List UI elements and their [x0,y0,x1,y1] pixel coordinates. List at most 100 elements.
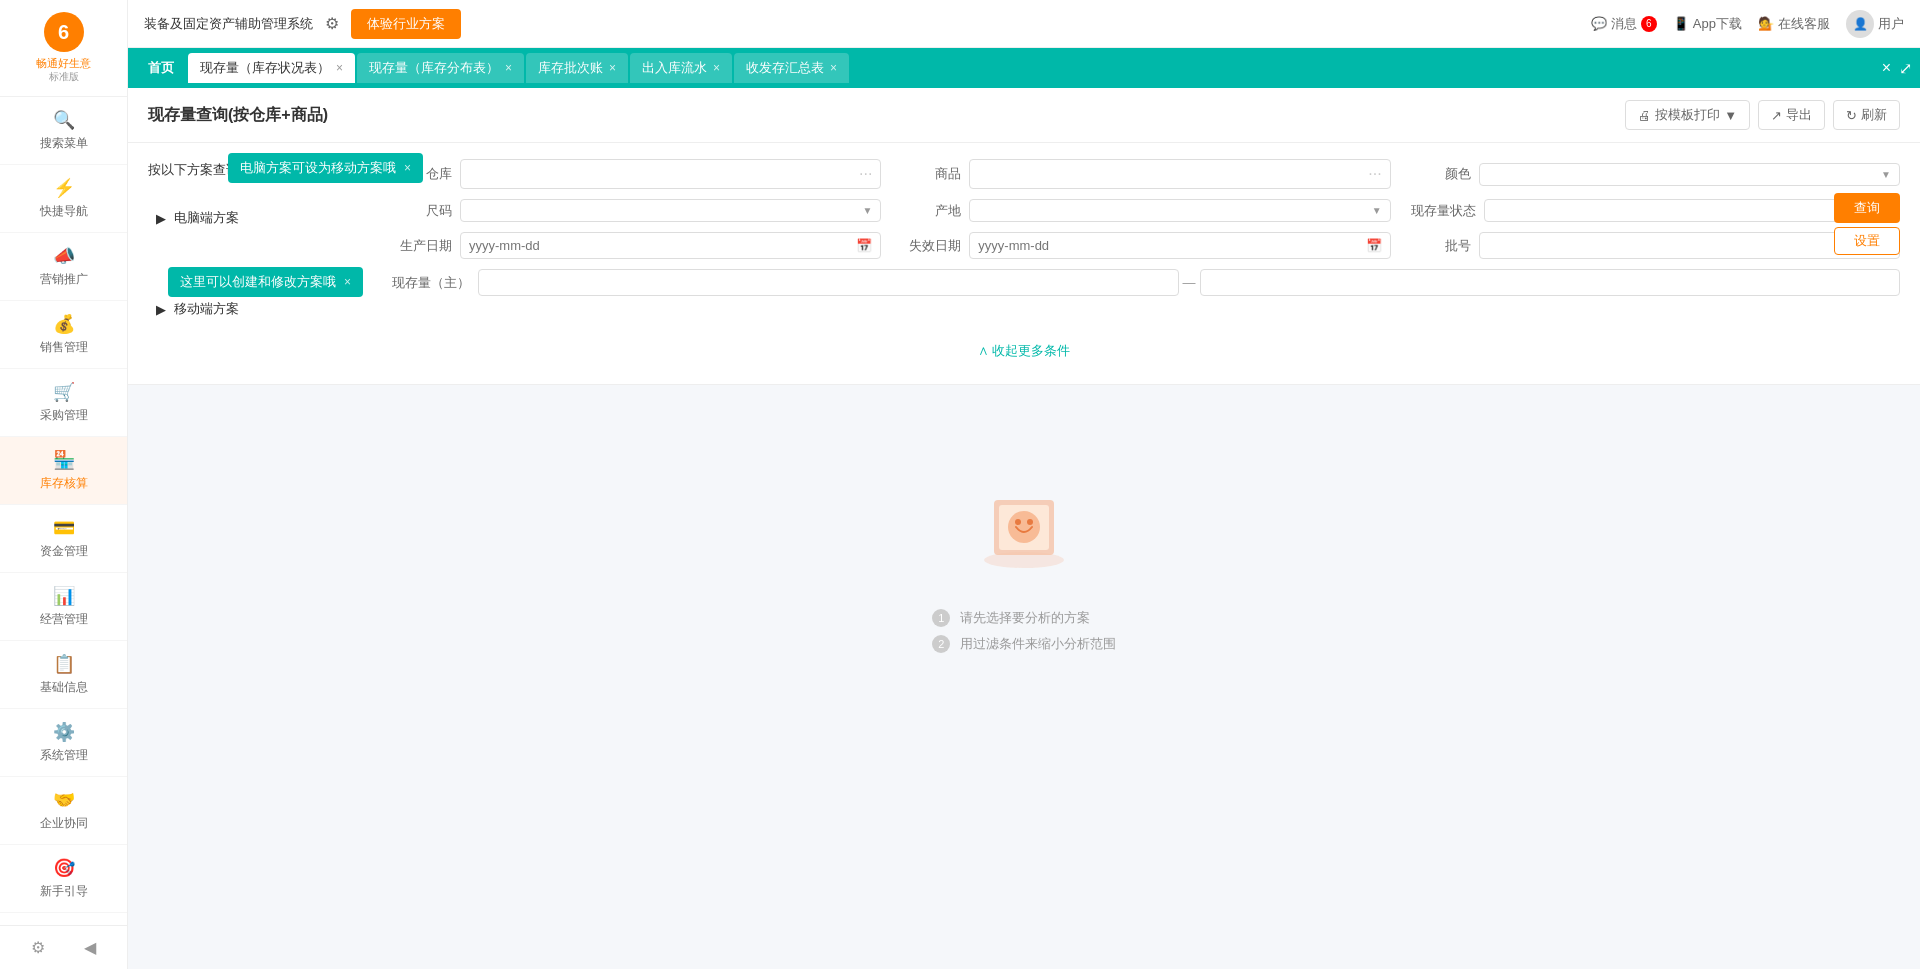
user-btn[interactable]: 👤 用户 [1846,10,1904,38]
print-template-btn[interactable]: 🖨 按模板打印 ▼ [1625,100,1750,130]
batch-label: 批号 [1411,237,1471,255]
finance-icon: 💳 [53,517,75,539]
prod-date-label: 生产日期 [392,237,452,255]
scheme-tooltip-close[interactable]: × [404,161,411,175]
page-header-actions: 🖨 按模板打印 ▼ ↗ 导出 ↻ 刷新 [1625,100,1900,130]
app-version: 标准版 [49,70,79,84]
collapse-row[interactable]: ∧ 收起更多条件 [148,334,1900,368]
empty-tip-2: 2 用过滤条件来缩小分析范围 [932,631,1116,657]
sidebar-item-system[interactable]: ⚙️ 系统管理 [0,709,127,777]
sidebar-item-purchase[interactable]: 🛒 采购管理 [0,369,127,437]
sidebar-item-sales[interactable]: 💰 销售管理 [0,301,127,369]
collapse-label: 收起更多条件 [992,343,1070,358]
expand-icon[interactable]: ⤢ [1899,59,1912,78]
app-download-label: App下载 [1693,15,1742,33]
calendar-icon-expiry[interactable]: 📅 [1366,238,1382,253]
sidebar-item-quick-nav[interactable]: ⚡ 快捷导航 [0,165,127,233]
tab-home[interactable]: 首页 [136,53,186,83]
prod-date-input[interactable]: 📅 [460,232,881,259]
origin-caret: ▼ [1372,205,1382,216]
sidebar-item-marketing[interactable]: 📣 营销推广 [0,233,127,301]
size-select[interactable]: ▼ [460,199,881,222]
scheme-desktop[interactable]: ▶ 电脑端方案 [148,205,368,231]
scheme-desktop-arrow: ▶ [156,211,166,226]
tab-collect-summary[interactable]: 收发存汇总表 × [734,53,849,83]
expiry-date-input[interactable]: 📅 [969,232,1390,259]
sidebar-label-system: 系统管理 [40,747,88,764]
stock-qty-max[interactable] [1200,269,1901,296]
message-btn[interactable]: 💬 消息 6 [1591,15,1657,33]
close-window-icon[interactable]: × [1882,59,1891,77]
sidebar-settings-btn[interactable]: ⚙ [31,938,45,957]
prod-date-start[interactable] [469,238,852,253]
tabs-right-actions: × ⤢ [1882,59,1912,78]
calendar-icon-prod[interactable]: 📅 [856,238,872,253]
goods-select[interactable]: ··· [969,159,1390,189]
svg-point-5 [1027,519,1033,525]
color-caret: ▼ [1881,169,1891,180]
tab-inout-flow-close[interactable]: × [713,61,720,75]
export-btn[interactable]: ↗ 导出 [1758,100,1825,130]
goods-dots[interactable]: ··· [1368,165,1381,183]
expiry-date-start[interactable] [978,238,1361,253]
query-btn[interactable]: 查询 [1834,193,1900,223]
system-name: 装备及固定资产辅助管理系统 [144,15,313,33]
collapse-icon: ∧ [978,343,989,358]
tab-stock-status[interactable]: 现存量（库存状况表） × [188,53,355,83]
sidebar-item-enterprise[interactable]: 🤝 企业协同 [0,777,127,845]
sidebar-item-basic[interactable]: 📋 基础信息 [0,641,127,709]
filter-label: 按以下方案查询 [148,161,239,179]
color-select[interactable]: ▼ [1479,163,1900,186]
sidebar-item-operations[interactable]: 📊 经营管理 [0,573,127,641]
size-label: 尺码 [392,202,452,220]
scheme-mobile-label: 移动端方案 [174,300,239,318]
tab-inout-flow-label: 出入库流水 [642,59,707,77]
sidebar-item-search[interactable]: 🔍 搜索菜单 [0,97,127,165]
filter-field-goods: 商品 ··· [901,159,1390,189]
app-download-btn[interactable]: 📱 App下载 [1673,15,1742,33]
create-tooltip-close[interactable]: × [344,275,351,289]
expiry-date-label: 失效日期 [901,237,961,255]
tab-inout-flow[interactable]: 出入库流水 × [630,53,732,83]
empty-tips: 1 请先选择要分析的方案 2 用过滤条件来缩小分析范围 [932,605,1116,657]
tab-stock-status-close[interactable]: × [336,61,343,75]
refresh-icon: ↻ [1846,108,1857,123]
scheme-mobile[interactable]: ▶ 移动端方案 [148,296,368,322]
create-tooltip: 这里可以创建和修改方案哦 × [168,267,363,297]
enterprise-icon: 🤝 [53,789,75,811]
sidebar-collapse-btn[interactable]: ◀ [84,938,96,957]
sidebar-label-marketing: 营销推广 [40,271,88,288]
tab-stock-dist[interactable]: 现存量（库存分布表） × [357,53,524,83]
tab-batch-account[interactable]: 库存批次账 × [526,53,628,83]
origin-label: 产地 [901,202,961,220]
sidebar-item-inventory[interactable]: 🏪 库存核算 [0,437,127,505]
experience-btn[interactable]: 体验行业方案 [351,9,461,39]
stock-status-label: 现存量状态 [1411,202,1476,220]
tab-collect-summary-close[interactable]: × [830,61,837,75]
setup-btn[interactable]: 设置 [1834,227,1900,255]
filter-fields-row2: 尺码 ▼ 产地 ▼ [392,199,1900,222]
topbar-right: 💬 消息 6 📱 App下载 💁 在线客服 👤 用户 [1591,10,1904,38]
warehouse-dots[interactable]: ··· [859,165,872,183]
sidebar-item-finance[interactable]: 💳 资金管理 [0,505,127,573]
chevron-down-icon: ▼ [1724,108,1737,123]
tab-batch-account-close[interactable]: × [609,61,616,75]
online-service-btn[interactable]: 💁 在线客服 [1758,15,1830,33]
tab-stock-dist-close[interactable]: × [505,61,512,75]
quick-nav-icon: ⚡ [53,177,75,199]
page-content: 现存量查询(按仓库+商品) 🖨 按模板打印 ▼ ↗ 导出 ↻ 刷新 [128,88,1920,969]
sidebar-label-operations: 经营管理 [40,611,88,628]
sales-icon: 💰 [53,313,75,335]
scheme-section: ▶ 电脑端方案 这里可以创建和修改方案哦 × [148,205,368,322]
empty-illustration [964,465,1084,585]
filter-area: 按以下方案查询 + ✎ « 电脑方案可设为移动方案哦 × [128,143,1920,385]
batch-value[interactable] [1488,238,1891,253]
stock-qty-min[interactable] [478,269,1179,296]
phone-icon: 📱 [1673,16,1689,31]
refresh-btn[interactable]: ↻ 刷新 [1833,100,1900,130]
gear-icon[interactable]: ⚙ [325,14,339,33]
filter-fields-row3: 生产日期 📅 失效日期 📅 [392,232,1900,259]
warehouse-select[interactable]: ··· [460,159,881,189]
origin-select[interactable]: ▼ [969,199,1390,222]
sidebar-item-guide[interactable]: 🎯 新手引导 [0,845,127,913]
